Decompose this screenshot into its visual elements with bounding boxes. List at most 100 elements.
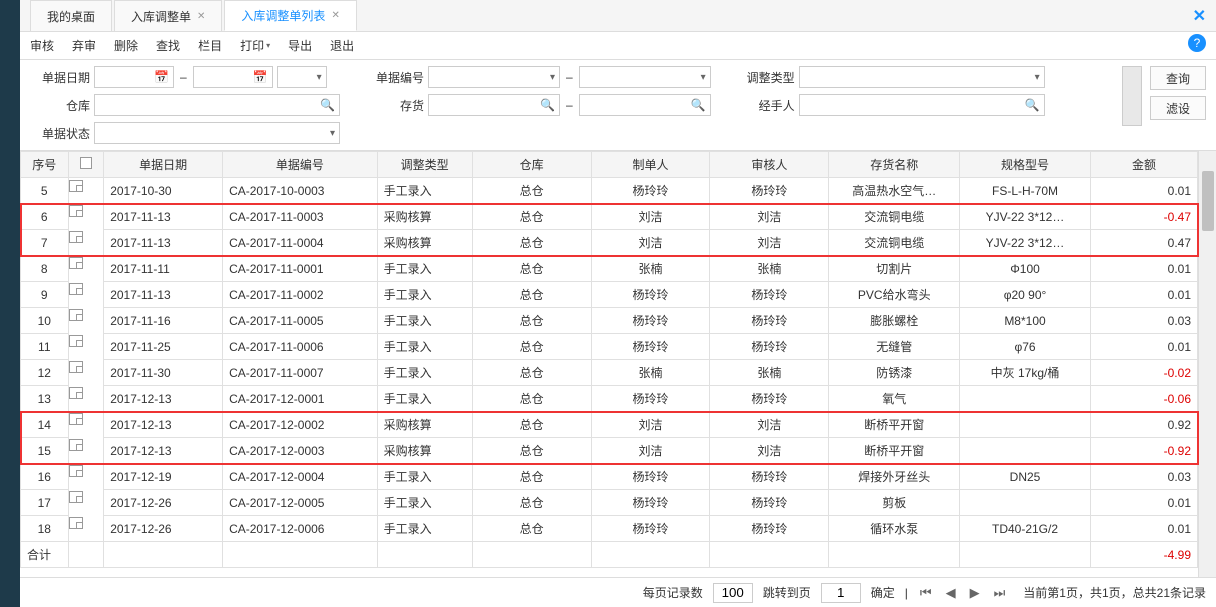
inventory-to-lookup[interactable]: 🔍 (579, 94, 711, 116)
label-warehouse: 仓库 (30, 97, 90, 114)
table-row[interactable]: 142017-12-13CA-2017-12-0002采购核算总仓刘洁刘洁断桥平… (21, 412, 1198, 438)
menu-打印[interactable]: 打印▾ (240, 37, 270, 54)
docno-from-select[interactable]: ▾ (428, 66, 560, 88)
tab-入库调整单[interactable]: 入库调整单✕ (114, 0, 222, 31)
col-header[interactable]: 制单人 (591, 152, 710, 178)
table-row[interactable]: 92017-11-13CA-2017-11-0002手工录入总仓杨玲玲杨玲玲PV… (21, 282, 1198, 308)
col-header[interactable]: 存货名称 (829, 152, 960, 178)
col-header[interactable]: 单据日期 (104, 152, 223, 178)
col-header[interactable]: 序号 (21, 152, 69, 178)
vertical-scrollbar[interactable] (1198, 151, 1216, 577)
table-row[interactable]: 132017-12-13CA-2017-12-0001手工录入总仓杨玲玲杨玲玲氧… (21, 386, 1198, 412)
warehouse-lookup[interactable]: 🔍 (94, 94, 340, 116)
col-header[interactable]: 仓库 (472, 152, 591, 178)
cell (69, 257, 83, 269)
row-checkbox[interactable] (76, 444, 83, 451)
tab-bar: 我的桌面入库调整单✕入库调整单列表✕ ✕ (20, 0, 1216, 32)
cell: 杨玲玲 (591, 334, 710, 360)
menu-导出[interactable]: 导出 (288, 37, 312, 54)
col-header[interactable] (68, 152, 104, 178)
cell: 断桥平开窗 (829, 438, 960, 464)
col-header[interactable]: 单据编号 (223, 152, 378, 178)
table-row[interactable]: 162017-12-19CA-2017-12-0004手工录入总仓杨玲玲杨玲玲焊… (21, 464, 1198, 490)
chevron-down-icon: ▾ (266, 41, 270, 50)
row-checkbox[interactable] (76, 288, 83, 295)
cell: PVC给水弯头 (829, 282, 960, 308)
row-checkbox[interactable] (76, 210, 83, 217)
type-select[interactable]: ▾ (799, 66, 1045, 88)
prev-page-icon[interactable]: ◀ (944, 585, 958, 601)
col-header[interactable]: 规格型号 (960, 152, 1091, 178)
menu-退出[interactable]: 退出 (330, 37, 354, 54)
cell: 总仓 (472, 230, 591, 256)
row-checkbox[interactable] (76, 185, 83, 192)
tab-close-icon[interactable]: ✕ (331, 10, 339, 21)
cell: 氧气 (829, 386, 960, 412)
row-checkbox[interactable] (76, 522, 83, 529)
menu-删除[interactable]: 删除 (114, 37, 138, 54)
row-checkbox[interactable] (76, 496, 83, 503)
cell: 2017-11-25 (104, 334, 223, 360)
col-header[interactable]: 审核人 (710, 152, 829, 178)
date-to-input[interactable]: 📅 (193, 66, 273, 88)
filter-scrollbar[interactable] (1122, 66, 1142, 126)
filter-button[interactable]: 滤设 (1150, 96, 1206, 120)
help-icon[interactable]: ? (1188, 34, 1206, 52)
cell: 0.47 (1090, 230, 1197, 256)
row-checkbox[interactable] (76, 236, 83, 243)
row-checkbox[interactable] (76, 340, 83, 347)
row-checkbox[interactable] (76, 314, 83, 321)
search-icon: 🔍 (1025, 98, 1040, 112)
cell: 杨玲玲 (591, 464, 710, 490)
confirm-button[interactable]: 确定 (871, 584, 895, 601)
table-row[interactable]: 62017-11-13CA-2017-11-0003采购核算总仓刘洁刘洁交流铜电… (21, 204, 1198, 230)
tab-close-icon[interactable]: ✕ (197, 11, 205, 22)
table-row[interactable]: 52017-10-30CA-2017-10-0003手工录入总仓杨玲玲杨玲玲高温… (21, 178, 1198, 204)
col-header[interactable]: 调整类型 (377, 152, 472, 178)
table-row[interactable]: 102017-11-16CA-2017-11-0005手工录入总仓杨玲玲杨玲玲膨… (21, 308, 1198, 334)
table-row[interactable]: 172017-12-26CA-2017-12-0005手工录入总仓杨玲玲杨玲玲剪… (21, 490, 1198, 516)
row-checkbox[interactable] (76, 470, 83, 477)
tab-入库调整单列表[interactable]: 入库调整单列表✕ (224, 0, 356, 31)
cell: 手工录入 (377, 256, 472, 282)
menu-栏目[interactable]: 栏目 (198, 37, 222, 54)
inventory-from-lookup[interactable]: 🔍 (428, 94, 560, 116)
table-row[interactable]: 122017-11-30CA-2017-11-0007手工录入总仓张楠张楠防锈漆… (21, 360, 1198, 386)
cell: 杨玲玲 (591, 282, 710, 308)
cell: 防锈漆 (829, 360, 960, 386)
last-page-icon[interactable]: ⏭ (992, 585, 1008, 601)
menu-弃审[interactable]: 弃审 (72, 37, 96, 54)
handler-lookup[interactable]: 🔍 (799, 94, 1045, 116)
table-row[interactable]: 152017-12-13CA-2017-12-0003采购核算总仓刘洁刘洁断桥平… (21, 438, 1198, 464)
table-row[interactable]: 182017-12-26CA-2017-12-0006手工录入总仓杨玲玲杨玲玲循… (21, 516, 1198, 542)
cell: 14 (21, 412, 69, 438)
status-select[interactable]: ▾ (94, 122, 340, 144)
table-row[interactable]: 82017-11-11CA-2017-11-0001手工录入总仓张楠张楠切割片Φ… (21, 256, 1198, 282)
close-icon[interactable]: ✕ (1193, 6, 1206, 26)
cell: 杨玲玲 (710, 386, 829, 412)
row-checkbox[interactable] (76, 262, 83, 269)
cell: 15 (21, 438, 69, 464)
cell: 高温热水空气… (829, 178, 960, 204)
table-row[interactable]: 112017-11-25CA-2017-11-0006手工录入总仓杨玲玲杨玲玲无… (21, 334, 1198, 360)
docno-to-select[interactable]: ▾ (579, 66, 711, 88)
menu-查找[interactable]: 查找 (156, 37, 180, 54)
perpage-input[interactable] (713, 583, 753, 603)
tab-我的桌面[interactable]: 我的桌面 (30, 0, 112, 31)
date-extra-select[interactable]: ▾ (277, 66, 327, 88)
query-button[interactable]: 查询 (1150, 66, 1206, 90)
col-header[interactable]: 金额 (1090, 152, 1197, 178)
jump-input[interactable] (821, 583, 861, 603)
row-checkbox[interactable] (76, 366, 83, 373)
label-inventory: 存货 (364, 97, 424, 114)
row-checkbox[interactable] (76, 418, 83, 425)
next-page-icon[interactable]: ▶ (968, 585, 982, 601)
cell: -0.02 (1090, 360, 1197, 386)
first-page-icon[interactable]: ⏮ (918, 585, 934, 601)
cell: 0.03 (1090, 464, 1197, 490)
date-from-input[interactable]: 📅 (94, 66, 174, 88)
table-row[interactable]: 72017-11-13CA-2017-11-0004采购核算总仓刘洁刘洁交流铜电… (21, 230, 1198, 256)
checkbox-all[interactable] (80, 157, 92, 169)
row-checkbox[interactable] (76, 392, 83, 399)
menu-审核[interactable]: 审核 (30, 37, 54, 54)
